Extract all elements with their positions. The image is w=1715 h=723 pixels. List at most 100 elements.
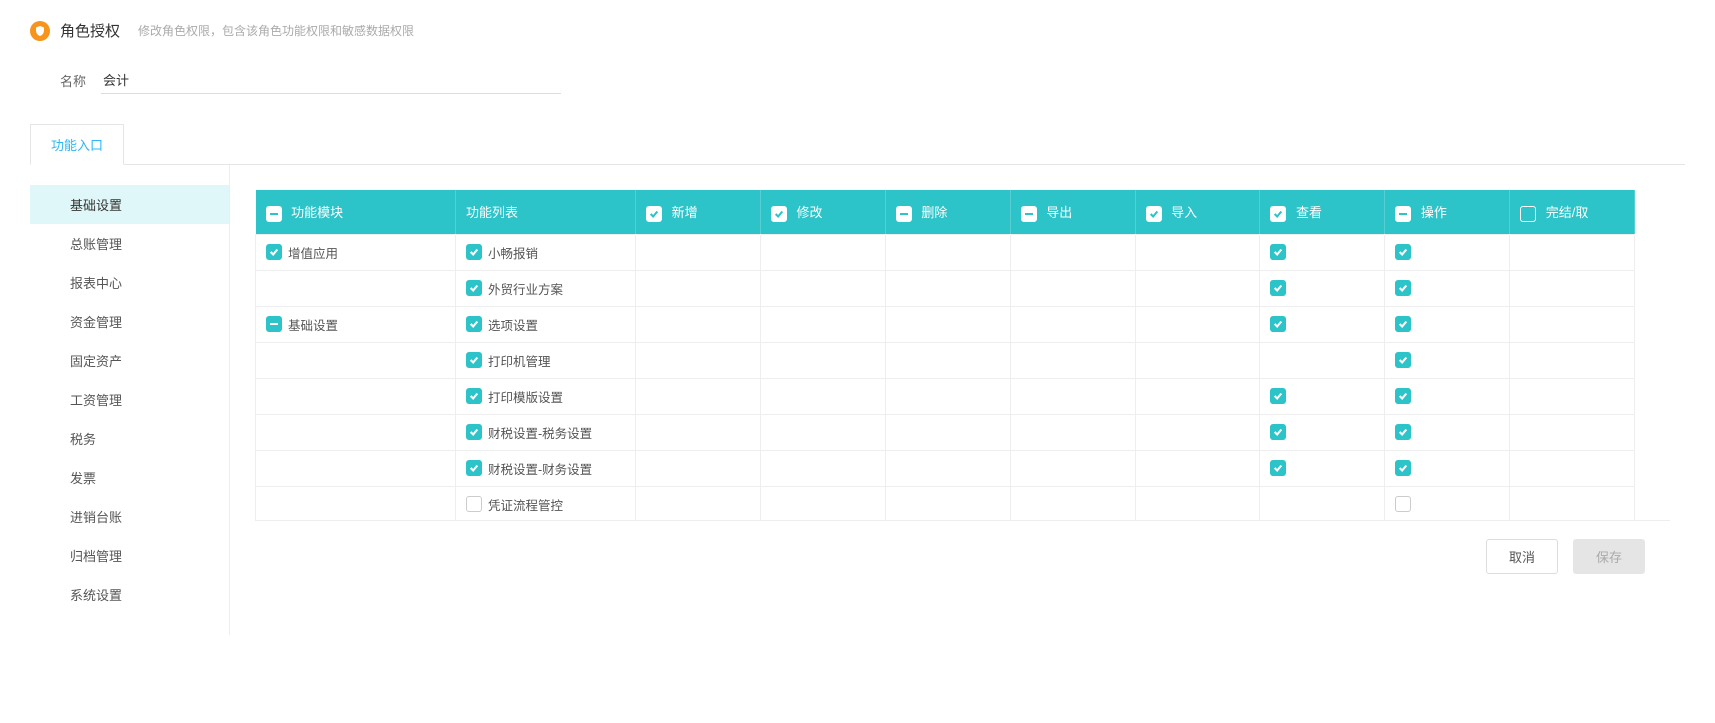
column-label: 操作 <box>1417 205 1447 220</box>
perm-cell <box>885 306 1010 342</box>
feature-cell: 小畅报销 <box>456 234 636 270</box>
perm-checkbox[interactable] <box>1395 244 1417 260</box>
perm-cell <box>760 486 885 520</box>
perm-checkbox[interactable] <box>1395 352 1417 368</box>
perm-cell <box>1510 270 1635 306</box>
perm-cell <box>1260 342 1385 378</box>
header-checkbox[interactable] <box>1270 206 1292 222</box>
column-header-4[interactable]: 删除 <box>885 190 1010 234</box>
perm-checkbox[interactable] <box>1270 280 1292 296</box>
permissions-table-wrap[interactable]: 功能模块 功能列表 新增 修改 删除 导出 导入 查看 操作 完结/取 增值应用… <box>255 190 1670 520</box>
table-row: 打印模版设置 <box>256 378 1635 414</box>
perm-cell <box>885 234 1010 270</box>
feature-checkbox[interactable]: 凭证流程管控 <box>466 495 563 514</box>
header-checkbox[interactable] <box>266 206 288 222</box>
shield-icon <box>30 21 50 41</box>
header-checkbox[interactable] <box>1146 206 1168 222</box>
feature-checkbox[interactable]: 财税设置-财务设置 <box>466 459 592 478</box>
header-checkbox[interactable] <box>646 206 668 222</box>
page-subtitle: 修改角色权限，包含该角色功能权限和敏感数据权限 <box>138 22 414 39</box>
perm-checkbox[interactable] <box>1395 496 1417 512</box>
checkbox-label: 打印机管理 <box>488 351 551 370</box>
sidebar-item-7[interactable]: 发票 <box>30 458 229 497</box>
feature-checkbox[interactable]: 外贸行业方案 <box>466 279 563 298</box>
sidebar-item-3[interactable]: 资金管理 <box>30 302 229 341</box>
perm-cell <box>1510 450 1635 486</box>
column-header-2[interactable]: 新增 <box>636 190 761 234</box>
checkbox-label: 凭证流程管控 <box>488 495 563 514</box>
save-button[interactable]: 保存 <box>1573 539 1645 574</box>
perm-checkbox[interactable] <box>1395 424 1417 440</box>
perm-checkbox[interactable] <box>1270 316 1292 332</box>
module-cell <box>256 270 456 306</box>
perm-cell <box>885 450 1010 486</box>
column-header-3[interactable]: 修改 <box>760 190 885 234</box>
perm-cell <box>1510 378 1635 414</box>
header-checkbox[interactable] <box>1520 206 1542 222</box>
checkbox-label: 打印模版设置 <box>488 387 563 406</box>
column-header-5[interactable]: 导出 <box>1010 190 1135 234</box>
feature-checkbox[interactable]: 选项设置 <box>466 315 538 334</box>
perm-checkbox[interactable] <box>1395 280 1417 296</box>
perm-cell <box>636 450 761 486</box>
perm-cell <box>1385 486 1510 520</box>
module-checkbox[interactable]: 增值应用 <box>266 243 338 262</box>
feature-checkbox[interactable]: 打印机管理 <box>466 351 551 370</box>
page-title: 角色授权 <box>60 20 120 41</box>
perm-checkbox[interactable] <box>1270 460 1292 476</box>
sidebar-item-5[interactable]: 工资管理 <box>30 380 229 419</box>
feature-checkbox[interactable]: 小畅报销 <box>466 243 538 262</box>
header-checkbox[interactable] <box>1395 206 1417 222</box>
perm-checkbox[interactable] <box>1395 316 1417 332</box>
perm-cell <box>636 414 761 450</box>
column-header-6[interactable]: 导入 <box>1135 190 1260 234</box>
cancel-button[interactable]: 取消 <box>1486 539 1558 574</box>
feature-cell: 打印机管理 <box>456 342 636 378</box>
feature-cell: 选项设置 <box>456 306 636 342</box>
sidebar-item-0[interactable]: 基础设置 <box>30 185 229 224</box>
perm-cell <box>1135 414 1260 450</box>
sidebar: 基础设置总账管理报表中心资金管理固定资产工资管理税务发票进销台账归档管理系统设置 <box>30 165 230 635</box>
feature-cell: 打印模版设置 <box>456 378 636 414</box>
perm-cell <box>760 342 885 378</box>
sidebar-item-4[interactable]: 固定资产 <box>30 341 229 380</box>
tab-0[interactable]: 功能入口 <box>30 124 124 165</box>
perm-checkbox[interactable] <box>1270 388 1292 404</box>
perm-cell <box>1385 306 1510 342</box>
perm-cell <box>1010 270 1135 306</box>
module-cell <box>256 342 456 378</box>
header-checkbox[interactable] <box>896 206 918 222</box>
permissions-table: 功能模块 功能列表 新增 修改 删除 导出 导入 查看 操作 完结/取 增值应用… <box>255 190 1635 520</box>
feature-checkbox[interactable]: 财税设置-税务设置 <box>466 423 592 442</box>
header-checkbox[interactable] <box>1021 206 1043 222</box>
module-cell: 基础设置 <box>256 306 456 342</box>
perm-checkbox[interactable] <box>1395 460 1417 476</box>
perm-cell <box>1385 414 1510 450</box>
perm-cell <box>1510 234 1635 270</box>
column-header-1[interactable]: 功能列表 <box>456 190 636 234</box>
module-checkbox[interactable]: 基础设置 <box>266 315 338 334</box>
name-input[interactable] <box>101 66 561 94</box>
perm-checkbox[interactable] <box>1395 388 1417 404</box>
sidebar-item-2[interactable]: 报表中心 <box>30 263 229 302</box>
column-header-0[interactable]: 功能模块 <box>256 190 456 234</box>
sidebar-item-10[interactable]: 系统设置 <box>30 575 229 614</box>
sidebar-item-6[interactable]: 税务 <box>30 419 229 458</box>
perm-checkbox[interactable] <box>1270 244 1292 260</box>
feature-checkbox[interactable]: 打印模版设置 <box>466 387 563 406</box>
perm-cell <box>760 378 885 414</box>
column-label: 完结/取 <box>1542 205 1588 220</box>
sidebar-item-1[interactable]: 总账管理 <box>30 224 229 263</box>
column-header-7[interactable]: 查看 <box>1260 190 1385 234</box>
perm-cell <box>760 270 885 306</box>
header-checkbox[interactable] <box>771 206 793 222</box>
column-header-8[interactable]: 操作 <box>1385 190 1510 234</box>
column-header-9[interactable]: 完结/取 <box>1510 190 1635 234</box>
module-cell <box>256 450 456 486</box>
name-label: 名称 <box>60 71 86 90</box>
feature-cell: 财税设置-财务设置 <box>456 450 636 486</box>
perm-checkbox[interactable] <box>1270 424 1292 440</box>
perm-cell <box>1010 234 1135 270</box>
sidebar-item-9[interactable]: 归档管理 <box>30 536 229 575</box>
sidebar-item-8[interactable]: 进销台账 <box>30 497 229 536</box>
